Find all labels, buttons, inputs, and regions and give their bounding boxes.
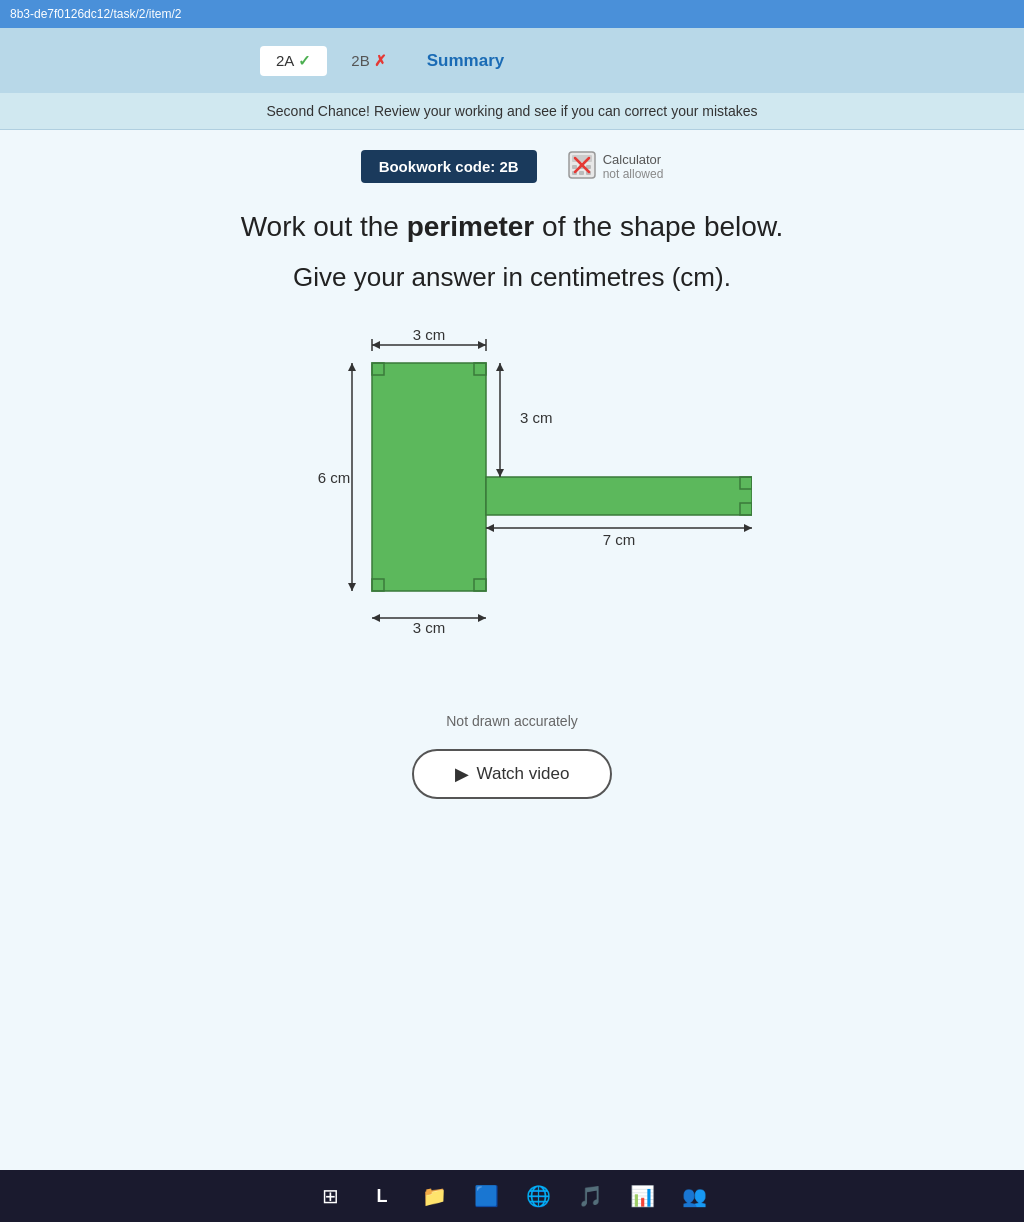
svg-marker-23 xyxy=(478,341,486,349)
svg-rect-2 xyxy=(572,165,577,169)
tab-2a[interactable]: 2A ✓ xyxy=(260,46,327,76)
svg-text:6 cm: 6 cm xyxy=(318,469,351,486)
tab-2a-label: 2A xyxy=(276,52,294,69)
svg-marker-33 xyxy=(372,614,380,622)
svg-marker-30 xyxy=(496,469,504,477)
svg-rect-6 xyxy=(579,171,584,175)
second-chance-bar: Second Chance! Review your working and s… xyxy=(0,93,1024,130)
calculator-info: Calculator not allowed xyxy=(567,150,664,183)
svg-text:3 cm: 3 cm xyxy=(413,619,446,636)
tab-2b[interactable]: 2B ✗ xyxy=(335,46,402,76)
bookwork-code: Bookwork code: 2B xyxy=(361,150,537,183)
second-chance-text: Second Chance! Review your working and s… xyxy=(266,103,757,119)
tab-2b-cross: ✗ xyxy=(374,52,387,70)
svg-rect-11 xyxy=(486,477,752,515)
svg-text:3 cm: 3 cm xyxy=(413,326,446,343)
svg-marker-26 xyxy=(348,583,356,591)
taskbar-office[interactable]: 📊 xyxy=(626,1180,658,1212)
not-drawn-label: Not drawn accurately xyxy=(40,713,984,729)
taskbar-teams[interactable]: 👥 xyxy=(678,1180,710,1212)
svg-marker-25 xyxy=(348,363,356,371)
question-bold: perimeter xyxy=(407,211,535,242)
taskbar-spotify[interactable]: 🎵 xyxy=(574,1180,606,1212)
play-icon: ▶ xyxy=(455,763,469,785)
taskbar-l[interactable]: L xyxy=(366,1180,398,1212)
calculator-label: Calculator xyxy=(603,152,664,167)
svg-marker-38 xyxy=(744,524,752,532)
svg-marker-34 xyxy=(478,614,486,622)
shape-container: 3 cm 6 cm 3 cm xyxy=(40,323,984,703)
shape-diagram: 3 cm 6 cm 3 cm xyxy=(272,323,752,703)
svg-marker-22 xyxy=(372,341,380,349)
question-line2: Give your answer in centimetres (cm). xyxy=(40,262,984,293)
taskbar-app1[interactable]: 🟦 xyxy=(470,1180,502,1212)
svg-text:7 cm: 7 cm xyxy=(603,531,636,548)
tab-2a-check: ✓ xyxy=(298,52,311,70)
tab-2b-label: 2B xyxy=(351,52,369,69)
taskbar-chrome[interactable]: 🌐 xyxy=(522,1180,554,1212)
taskbar-files[interactable]: 📁 xyxy=(418,1180,450,1212)
url-bar: 8b3-de7f0126dc12/task/2/item/2 xyxy=(0,0,1024,28)
svg-rect-10 xyxy=(372,363,486,591)
bookwork-row: Bookwork code: 2B Calculator xyxy=(40,150,984,183)
watch-video-button[interactable]: ▶ Watch video xyxy=(412,749,612,799)
tab-summary-label: Summary xyxy=(427,51,504,71)
question-text-post: of the shape below. xyxy=(534,211,783,242)
question-text-pre: Work out the xyxy=(241,211,407,242)
svg-marker-29 xyxy=(496,363,504,371)
calculator-text: Calculator not allowed xyxy=(603,152,664,181)
calculator-sublabel: not allowed xyxy=(603,167,664,181)
question-line1: Work out the perimeter of the shape belo… xyxy=(40,207,984,246)
tabs-bar: 2A ✓ 2B ✗ Summary xyxy=(0,28,1024,93)
svg-marker-37 xyxy=(486,524,494,532)
watch-video-label: Watch video xyxy=(477,764,570,784)
svg-text:3 cm: 3 cm xyxy=(520,409,553,426)
taskbar: ⊞ L 📁 🟦 🌐 🎵 📊 👥 xyxy=(0,1170,1024,1222)
taskbar-start[interactable]: ⊞ xyxy=(314,1180,346,1212)
tab-summary[interactable]: Summary xyxy=(411,45,520,77)
content-area: Bookwork code: 2B Calculator xyxy=(0,130,1024,1222)
calculator-icon xyxy=(567,150,597,183)
url-text: 8b3-de7f0126dc12/task/2/item/2 xyxy=(10,7,181,21)
